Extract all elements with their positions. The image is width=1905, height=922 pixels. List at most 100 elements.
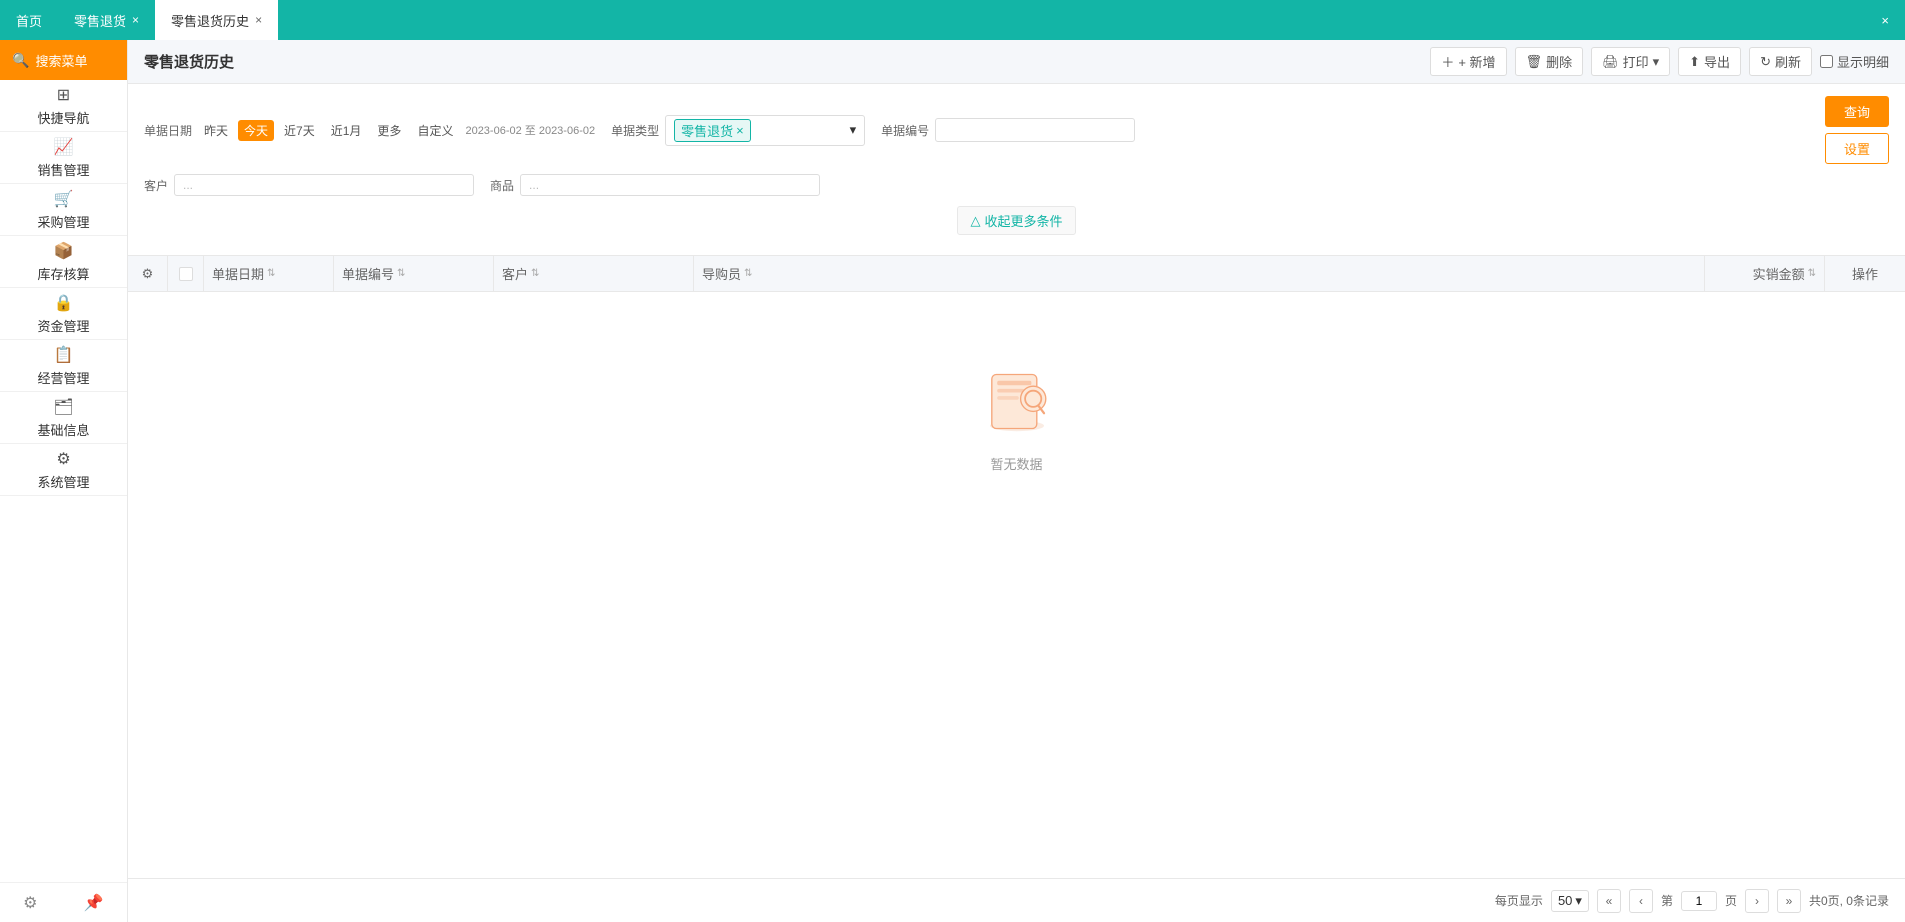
sidebar-item-quick-nav[interactable]: ⊞ 快捷导航: [0, 80, 127, 132]
tab-home[interactable]: 首页: [0, 0, 58, 40]
date-filter-label: 单据日期: [144, 122, 192, 139]
th-action-label: 操作: [1852, 264, 1878, 283]
th-amount-label: 实销金额: [1753, 264, 1805, 283]
date-shortcuts: 昨天 今天 近7天 近1月 更多 自定义: [198, 120, 459, 141]
page-actions: ＋ + 新增 🗑 删除 🖨 打印 ▾ ⬆ 导出 ↻: [1430, 47, 1889, 76]
tab-retail-return-history-close[interactable]: ×: [255, 13, 262, 27]
query-button[interactable]: 查询: [1825, 96, 1889, 127]
date-shortcut-more[interactable]: 更多: [371, 120, 407, 141]
export-icon: ⬆: [1689, 54, 1700, 70]
sidebar-item-inventory-label: 库存核算: [37, 264, 89, 283]
goods-placeholder: ...: [529, 178, 539, 192]
display-detail-checkbox-label[interactable]: 显示明细: [1820, 52, 1889, 71]
operation-icon: 📋: [54, 345, 74, 365]
page-number-input[interactable]: [1681, 891, 1717, 911]
th-date-label: 单据日期: [212, 264, 264, 283]
sidebar-search[interactable]: 🔍 搜索菜单: [0, 40, 127, 80]
sidebar-item-operation[interactable]: 📋 经营管理: [0, 340, 127, 392]
sidebar-item-base-info[interactable]: 🗂 基础信息: [0, 392, 127, 444]
print-dropdown-icon: ▾: [1653, 54, 1660, 70]
refresh-icon: ↻: [1760, 54, 1771, 70]
inventory-icon: 📦: [54, 241, 74, 261]
doc-type-select[interactable]: 零售退货 × ▾: [665, 115, 865, 146]
delete-button[interactable]: 🗑 删除: [1515, 47, 1584, 76]
sidebar-item-system[interactable]: ⚙ 系统管理: [0, 444, 127, 496]
settings-filter-button[interactable]: 设置: [1825, 133, 1889, 164]
print-icon: 🖨: [1602, 54, 1619, 70]
prev-page-btn[interactable]: ‹: [1629, 889, 1653, 913]
table-header: ⚙ 单据日期 ⇅ 单据编号 ⇅ 客户 ⇅: [128, 256, 1905, 292]
date-shortcut-today[interactable]: 今天: [238, 120, 274, 141]
th-amount-sort-icon[interactable]: ⇅: [1808, 268, 1816, 279]
filter-row-2: 客户 ... 商品 ...: [144, 174, 1889, 196]
new-button[interactable]: ＋ + 新增: [1430, 47, 1506, 76]
sidebar-item-sales-label: 销售管理: [37, 160, 89, 179]
new-label: + 新增: [1458, 52, 1495, 71]
tab-retail-return-history[interactable]: 零售退货历史 ×: [155, 0, 278, 40]
quick-nav-icon: ⊞: [57, 85, 70, 105]
sidebar-gear-btn[interactable]: ⚙: [23, 893, 37, 913]
filter-row-1: 单据日期 昨天 今天 近7天 近1月 更多 自定义 2023-06-02 至 2…: [144, 96, 1889, 164]
collapse-arrow-icon: △: [970, 213, 980, 229]
filter-area: 单据日期 昨天 今天 近7天 近1月 更多 自定义 2023-06-02 至 2…: [128, 84, 1905, 256]
date-shortcut-7days[interactable]: 近7天: [278, 120, 321, 141]
empty-state: 暂无数据: [128, 292, 1905, 533]
tab-home-label: 首页: [16, 11, 42, 30]
page-header: 零售退货历史 ＋ + 新增 🗑 删除 🖨 打印 ▾ ⬆ 导出: [128, 40, 1905, 84]
per-page-value: 50: [1558, 893, 1572, 908]
th-guide-label: 导购员: [702, 264, 741, 283]
date-shortcut-1month[interactable]: 近1月: [325, 120, 368, 141]
customer-label: 客户: [144, 177, 168, 194]
sidebar-item-purchase-mgmt[interactable]: 🛒 采购管理: [0, 184, 127, 236]
sidebar-item-purchase-label: 采购管理: [37, 212, 89, 231]
settings-icon[interactable]: ⚙: [142, 266, 154, 282]
topbar: 首页 零售退货 × 零售退货历史 × ×: [0, 0, 1905, 40]
per-page-select[interactable]: 50 ▾: [1551, 890, 1589, 912]
sidebar-item-inventory[interactable]: 📦 库存核算: [0, 236, 127, 288]
page-total: 共0页, 0条记录: [1809, 892, 1889, 909]
refresh-button[interactable]: ↻ 刷新: [1749, 47, 1812, 76]
doc-type-tag-close[interactable]: ×: [736, 123, 744, 138]
th-settings[interactable]: ⚙: [128, 256, 168, 291]
new-icon: ＋: [1441, 52, 1454, 71]
sidebar-pin-btn[interactable]: 📌: [84, 893, 104, 913]
sidebar-nav: ⊞ 快捷导航 📈 销售管理 🛒 采购管理 📦 库存核算 🔒 资金管理 📋: [0, 80, 127, 882]
tab-retail-return[interactable]: 零售退货 ×: [58, 0, 155, 40]
collapse-button[interactable]: △ 收起更多条件: [957, 206, 1075, 235]
page-label: 第: [1661, 892, 1673, 909]
th-customer-sort-icon[interactable]: ⇅: [531, 268, 539, 279]
sidebar-item-operation-label: 经营管理: [37, 368, 89, 387]
search-icon: 🔍: [12, 52, 29, 69]
sales-icon: 📈: [54, 137, 74, 157]
doc-no-filter: 单据编号: [881, 118, 1135, 142]
query-settings-group: 查询 设置: [1825, 96, 1889, 164]
customer-select[interactable]: ...: [174, 174, 474, 196]
select-all-checkbox[interactable]: [179, 267, 193, 281]
sidebar-item-system-label: 系统管理: [37, 472, 89, 491]
pagination-bar: 每页显示 50 ▾ « ‹ 第 页 › » 共0页, 0条记录: [128, 878, 1905, 922]
date-shortcut-yesterday[interactable]: 昨天: [198, 120, 234, 141]
doc-type-tag-label: 零售退货: [681, 121, 733, 140]
sidebar-item-sales-mgmt[interactable]: 📈 销售管理: [0, 132, 127, 184]
print-button[interactable]: 🖨 打印 ▾: [1591, 47, 1670, 76]
base-info-icon: 🗂: [53, 397, 73, 417]
th-no-sort-icon[interactable]: ⇅: [397, 268, 405, 279]
export-button[interactable]: ⬆ 导出: [1678, 47, 1741, 76]
doc-type-dropdown-icon: ▾: [850, 122, 857, 138]
goods-select[interactable]: ...: [520, 174, 820, 196]
doc-no-input[interactable]: [935, 118, 1135, 142]
next-page-btn[interactable]: ›: [1745, 889, 1769, 913]
date-filter: 单据日期 昨天 今天 近7天 近1月 更多 自定义 2023-06-02 至 2…: [144, 120, 595, 141]
sidebar-item-finance[interactable]: 🔒 资金管理: [0, 288, 127, 340]
th-guide-sort-icon[interactable]: ⇅: [744, 268, 752, 279]
display-detail-checkbox[interactable]: [1820, 55, 1833, 68]
doc-type-label: 单据类型: [611, 122, 659, 139]
th-date-sort-icon[interactable]: ⇅: [267, 268, 275, 279]
last-page-btn[interactable]: »: [1777, 889, 1801, 913]
topbar-close[interactable]: ×: [1881, 13, 1905, 28]
first-page-btn[interactable]: «: [1597, 889, 1621, 913]
tab-bar: 首页 零售退货 × 零售退货历史 ×: [0, 0, 1881, 40]
date-shortcut-custom[interactable]: 自定义: [411, 120, 459, 141]
collapse-label: 收起更多条件: [984, 211, 1062, 230]
tab-retail-return-close[interactable]: ×: [132, 13, 139, 27]
